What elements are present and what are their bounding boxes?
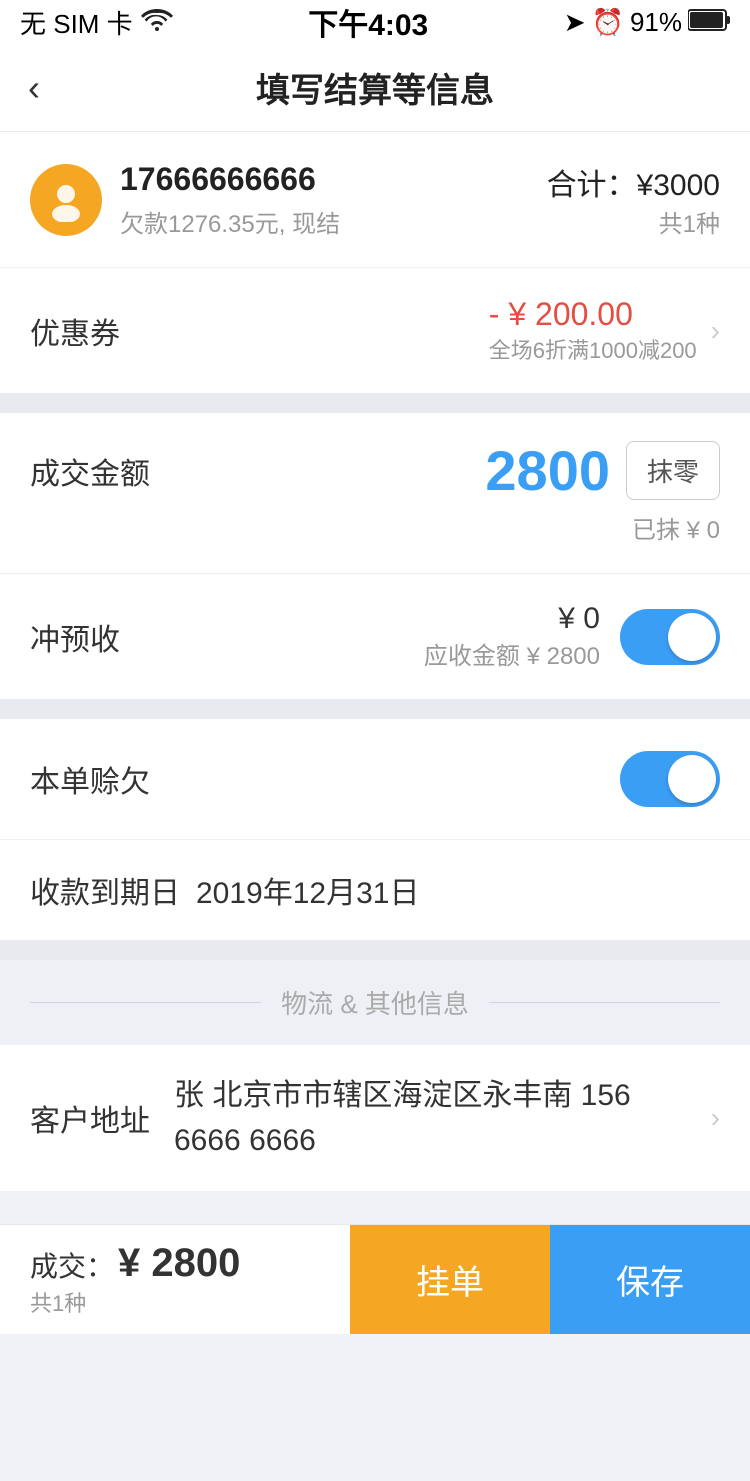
bottom-summary: 成交： ¥ 2800 共1种 [0,1225,350,1334]
status-time: 下午4:03 [308,0,428,44]
wifi-icon [141,7,173,38]
battery-pct: 91% [630,7,682,38]
amount-label: 成交金额 [30,449,150,493]
debit-row: 本单赊欠 [0,719,750,839]
page-title: 填写结算等信息 [256,63,494,112]
logistics-label: 物流 & 其他信息 [281,984,469,1021]
prepay-amount: ¥ 0 [424,602,600,636]
amount-value: 2800 [485,443,610,499]
bottom-spacer [0,1371,750,1481]
debit-label: 本单赊欠 [30,757,150,801]
customer-right: 合计：¥3000 共1种 [547,160,720,239]
debit-toggle-knob [668,755,716,803]
round-button[interactable]: 抹零 [626,441,720,500]
debit-toggle[interactable] [620,751,720,807]
duedate-value: 2019年12月31日 [196,868,419,912]
customer-phone: 17666666666 [120,161,340,198]
divider-line-right [489,1002,720,1003]
customer-left: 17666666666 欠款1276.35元, 现结 [30,161,340,239]
customer-count: 共1种 [547,204,720,239]
prepay-amount-group: ¥ 0 应收金额 ¥ 2800 [424,602,600,671]
amount-section: 成交金额 2800 抹零 已抹 ¥ 0 [0,413,750,573]
amount-sub: 已抹 ¥ 0 [632,517,720,544]
coupon-desc: 全场6折满1000减200 [489,333,697,365]
customer-total: 合计：¥3000 [547,160,720,204]
prepay-label: 冲预收 [30,615,120,659]
amount-value-group: 2800 抹零 [485,441,720,500]
status-bar: 无 SIM 卡 下午4:03 ➤ ⏰ 91% [0,0,750,44]
section-gap-2 [0,699,750,719]
section-gap-1 [0,393,750,413]
coupon-right: - ¥ 200.00 全场6折满1000减200 › [489,296,720,365]
address-row[interactable]: 客户地址 张 北京市市辖区海淀区永丰南 156 6666 6666 › [0,1045,750,1191]
divider-line-left [30,1002,261,1003]
battery-icon [688,7,730,38]
coupon-label: 优惠券 [30,309,120,353]
duedate-row: 收款到期日 2019年12月31日 [0,839,750,940]
address-label: 客户地址 [30,1096,150,1140]
bottom-count: 共1种 [30,1286,320,1318]
back-button[interactable]: ‹ [28,67,40,109]
address-value: 张 北京市市辖区海淀区永丰南 156 6666 6666 [174,1073,701,1163]
customer-info: 17666666666 欠款1276.35元, 现结 [120,161,340,239]
sim-status: 无 SIM 卡 [20,4,133,41]
prepay-receivable: 应收金额 ¥ 2800 [424,636,600,671]
hang-button[interactable]: 挂单 [350,1225,550,1334]
customer-debt: 欠款1276.35元, 现结 [120,204,340,239]
status-right: ➤ ⏰ 91% [564,7,730,38]
bottom-bar: 成交： ¥ 2800 共1种 挂单 保存 [0,1224,750,1334]
address-chevron-icon: › [711,1102,720,1134]
avatar [30,164,102,236]
prepay-right: ¥ 0 应收金额 ¥ 2800 [424,602,720,671]
nav-bar: ‹ 填写结算等信息 [0,44,750,132]
save-button[interactable]: 保存 [550,1225,750,1334]
prepay-row: 冲预收 ¥ 0 应收金额 ¥ 2800 [0,573,750,699]
prepay-toggle[interactable] [620,609,720,665]
status-left: 无 SIM 卡 [20,4,173,41]
section-gap-3 [0,940,750,960]
coupon-chevron-icon: › [711,315,720,347]
duedate-label: 收款到期日 [30,868,180,912]
bottom-amount: ¥ 2800 [118,1241,240,1286]
toggle-knob [668,613,716,661]
logistics-divider: 物流 & 其他信息 [0,960,750,1045]
location-icon: ➤ [564,7,586,38]
bottom-deal-label: 成交： [30,1245,114,1285]
coupon-discount: - ¥ 200.00 [489,296,697,333]
amount-row: 成交金额 2800 抹零 [30,441,720,500]
alarm-icon: ⏰ [592,7,624,38]
coupon-row[interactable]: 优惠券 - ¥ 200.00 全场6折满1000减200 › [0,267,750,393]
customer-row: 17666666666 欠款1276.35元, 现结 合计：¥3000 共1种 [0,132,750,267]
